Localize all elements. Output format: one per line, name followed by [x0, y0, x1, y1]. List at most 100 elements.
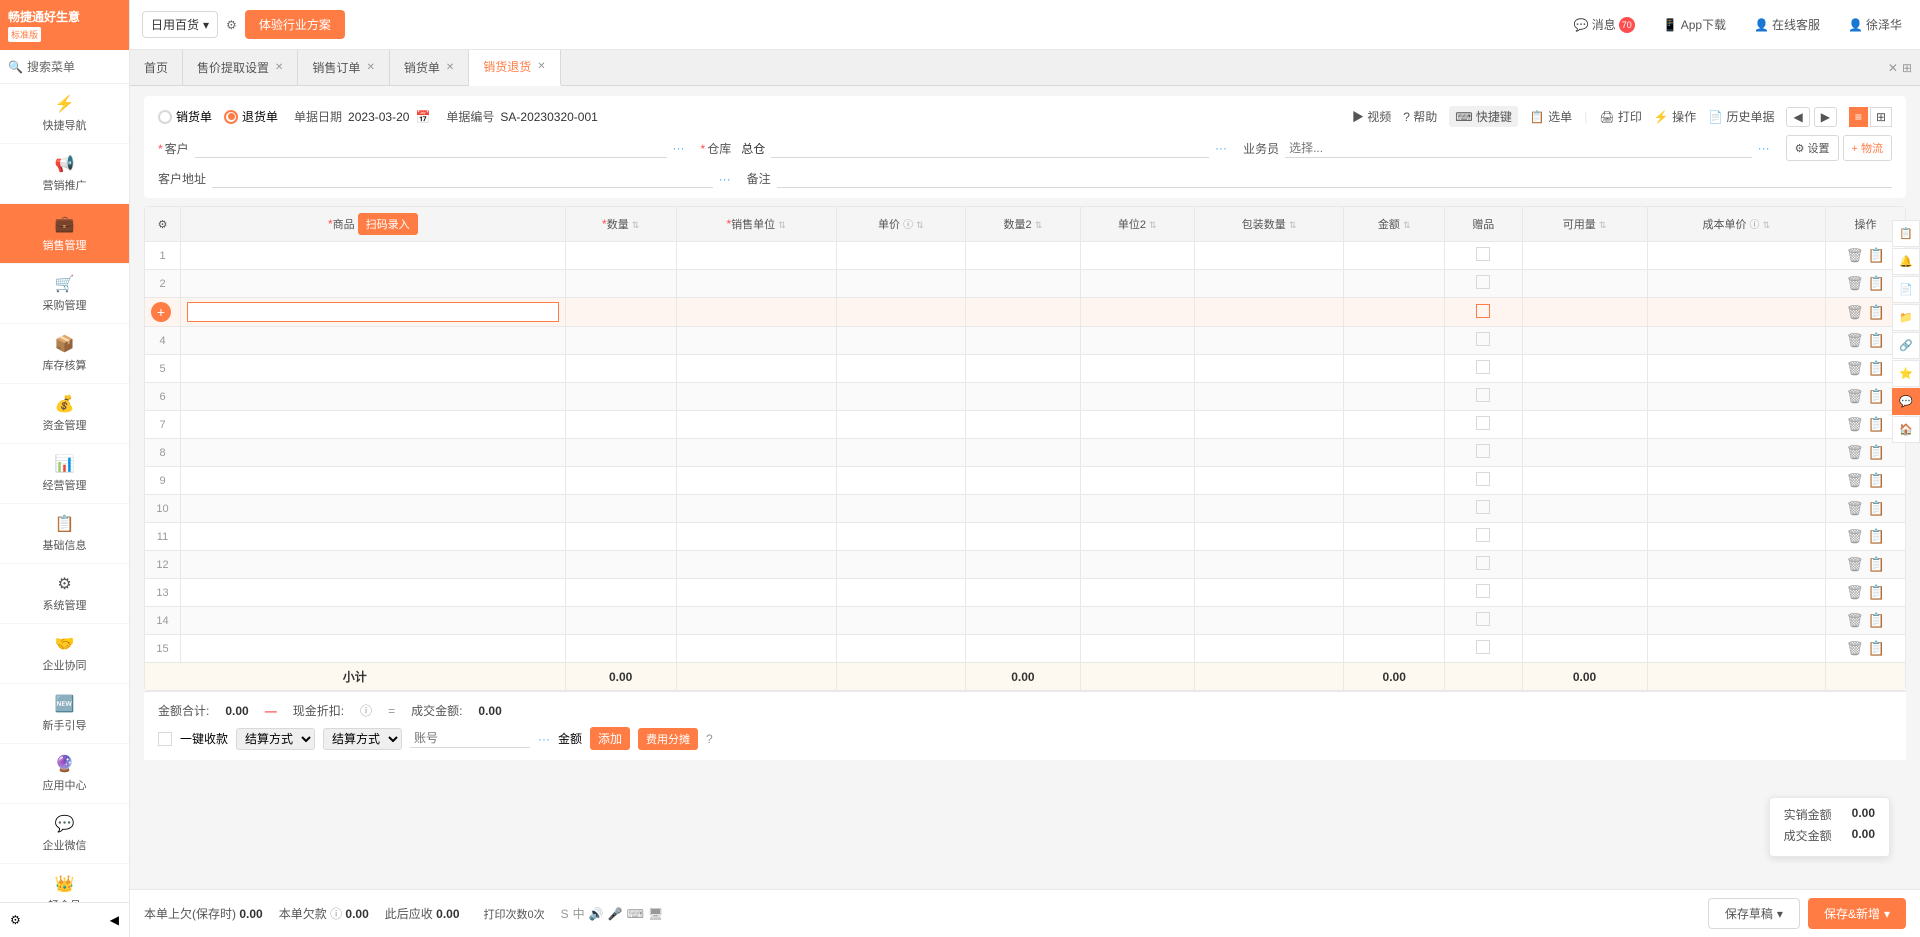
gift-checkbox[interactable] [1476, 247, 1490, 261]
amount-cell[interactable] [1344, 298, 1445, 327]
grid-view-btn[interactable]: ⊞ [1870, 107, 1892, 127]
save-draft-btn[interactable]: 保存草稿 ▾ [1708, 898, 1800, 929]
bottom-icon-5[interactable]: ⌨ [627, 907, 644, 921]
cost-price-cell[interactable] [1647, 270, 1825, 298]
discount-help-icon[interactable]: ⓘ [360, 702, 372, 719]
list-view-btn[interactable]: ≡ [1849, 107, 1868, 127]
save-new-btn[interactable]: 保存&新增 ▾ [1808, 898, 1906, 929]
tab-price-extract[interactable]: 售价提取设置 ✕ [183, 50, 298, 86]
delete-icon[interactable]: 🗑 [1846, 332, 1864, 349]
sales-unit-cell[interactable] [676, 298, 836, 327]
copy-icon[interactable]: 📋 [1868, 416, 1885, 433]
radio-sales[interactable]: 销货单 [158, 108, 212, 125]
tab-close-icon[interactable]: ✕ [446, 62, 454, 73]
gift-checkbox[interactable] [1476, 472, 1490, 486]
product-input-cell[interactable] [181, 298, 566, 327]
sidebar-item-operations[interactable]: 📊 经营管理 [0, 444, 129, 504]
copy-icon[interactable]: 📋 [1868, 275, 1885, 292]
qty2-cell[interactable] [966, 242, 1080, 270]
gift-checkbox[interactable] [1476, 640, 1490, 654]
pack-qty-cell[interactable] [1194, 242, 1343, 270]
unit2-cell[interactable] [1080, 298, 1194, 327]
sales-unit-cell[interactable] [676, 242, 836, 270]
next-page-btn[interactable]: ▶ [1814, 107, 1837, 127]
add-row-btn[interactable]: + [151, 302, 171, 322]
sidebar-item-inventory[interactable]: 📦 库存核算 [0, 324, 129, 384]
sidebar-item-enterprise[interactable]: 🤝 企业协同 [0, 624, 129, 684]
video-btn[interactable]: ▶ 视频 [1352, 108, 1391, 125]
cost-price-cell[interactable] [1647, 298, 1825, 327]
delete-icon[interactable]: 🗑 [1846, 360, 1864, 377]
delete-icon[interactable]: 🗑 [1846, 612, 1864, 629]
float-btn-5[interactable]: 🔗 [1892, 332, 1920, 359]
copy-icon[interactable]: 📋 [1868, 247, 1885, 264]
select-btn[interactable]: 📋 选单 [1530, 108, 1572, 125]
print-btn[interactable]: 🖨 打印 [1599, 108, 1642, 125]
float-btn-1[interactable]: 📋 [1892, 220, 1920, 247]
tab-close-icon[interactable]: ✕ [366, 62, 374, 73]
product-cell[interactable] [181, 242, 566, 270]
available-cell[interactable] [1522, 270, 1647, 298]
float-btn-7[interactable]: 💬 [1892, 388, 1920, 415]
sidebar-item-finance[interactable]: 💰 资金管理 [0, 384, 129, 444]
sidebar-item-system[interactable]: ⚙ 系统管理 [0, 564, 129, 624]
delete-icon[interactable]: 🗑 [1846, 556, 1864, 573]
copy-icon[interactable]: 📋 [1868, 556, 1885, 573]
customer-select-btn[interactable]: ··· [673, 141, 685, 155]
unit-price-cell[interactable] [836, 270, 966, 298]
app-download-btn[interactable]: 📱 App下载 [1657, 12, 1732, 37]
unit-price-cell[interactable] [836, 242, 966, 270]
float-btn-3[interactable]: 📄 [1892, 276, 1920, 303]
copy-icon[interactable]: 📋 [1868, 444, 1885, 461]
help-btn[interactable]: ? 帮助 [1403, 108, 1437, 125]
float-btn-4[interactable]: 📁 [1892, 304, 1920, 331]
float-btn-2[interactable]: 🔔 [1892, 248, 1920, 275]
copy-icon[interactable]: 📋 [1868, 500, 1885, 517]
quantity-cell[interactable] [565, 270, 676, 298]
close-tab-icon[interactable]: ✕ [1888, 61, 1898, 75]
fee-split-btn[interactable]: 费用分摊 [638, 728, 698, 750]
calc-select[interactable]: 结算方式 [323, 728, 402, 750]
delete-icon[interactable]: 🗑 [1846, 416, 1864, 433]
bottom-icon-3[interactable]: 🔊 [589, 907, 604, 921]
radio-return[interactable]: 退货单 [224, 108, 278, 125]
gift-checkbox[interactable] [1476, 500, 1490, 514]
calendar-icon[interactable]: 📅 [415, 110, 430, 124]
delete-icon[interactable]: 🗑 [1846, 528, 1864, 545]
gift-checkbox[interactable] [1476, 416, 1490, 430]
address-input[interactable] [212, 169, 713, 188]
sidebar-item-marketing[interactable]: 📢 营销推广 [0, 144, 129, 204]
warehouse-input[interactable] [771, 139, 1209, 158]
tab-return[interactable]: 销货退货 ✕ [469, 50, 560, 86]
sidebar-item-purchase[interactable]: 🛒 采购管理 [0, 264, 129, 324]
copy-icon[interactable]: 📋 [1868, 612, 1885, 629]
quantity-cell[interactable] [565, 298, 676, 327]
copy-icon[interactable]: 📋 [1868, 584, 1885, 601]
collapse-icon[interactable]: ◀ [110, 913, 119, 927]
search-menu[interactable]: 🔍 搜索菜单 [0, 50, 129, 84]
one-click-checkbox[interactable] [158, 732, 172, 746]
salesperson-select-btn[interactable]: ··· [1758, 141, 1770, 155]
sidebar-item-apps[interactable]: 🔮 应用中心 [0, 744, 129, 804]
product-input[interactable] [187, 302, 559, 322]
copy-icon[interactable]: 📋 [1868, 388, 1885, 405]
account-input[interactable] [410, 729, 530, 748]
unit-price-cell[interactable] [836, 298, 966, 327]
gift-checkbox[interactable] [1476, 275, 1490, 289]
product-cell[interactable] [181, 270, 566, 298]
sidebar-item-basic[interactable]: 📋 基础信息 [0, 504, 129, 564]
gift-checkbox[interactable] [1476, 388, 1490, 402]
settlement-select[interactable]: 结算方式 [236, 728, 315, 750]
gift-checkbox[interactable] [1476, 304, 1490, 318]
delete-icon[interactable]: 🗑 [1846, 472, 1864, 489]
logistics-btn[interactable]: + 物流 [1843, 135, 1892, 161]
operation-btn[interactable]: ⚡ 操作 [1654, 108, 1696, 125]
delete-icon[interactable]: 🗑 [1846, 247, 1864, 264]
available-cell[interactable] [1522, 242, 1647, 270]
bottom-icon-1[interactable]: S [561, 907, 569, 921]
address-select-btn[interactable]: ··· [719, 172, 731, 186]
cost-price-cell[interactable] [1647, 242, 1825, 270]
delete-icon[interactable]: 🗑 [1846, 275, 1864, 292]
quantity-cell[interactable] [565, 242, 676, 270]
tab-close-icon[interactable]: ✕ [275, 62, 283, 73]
